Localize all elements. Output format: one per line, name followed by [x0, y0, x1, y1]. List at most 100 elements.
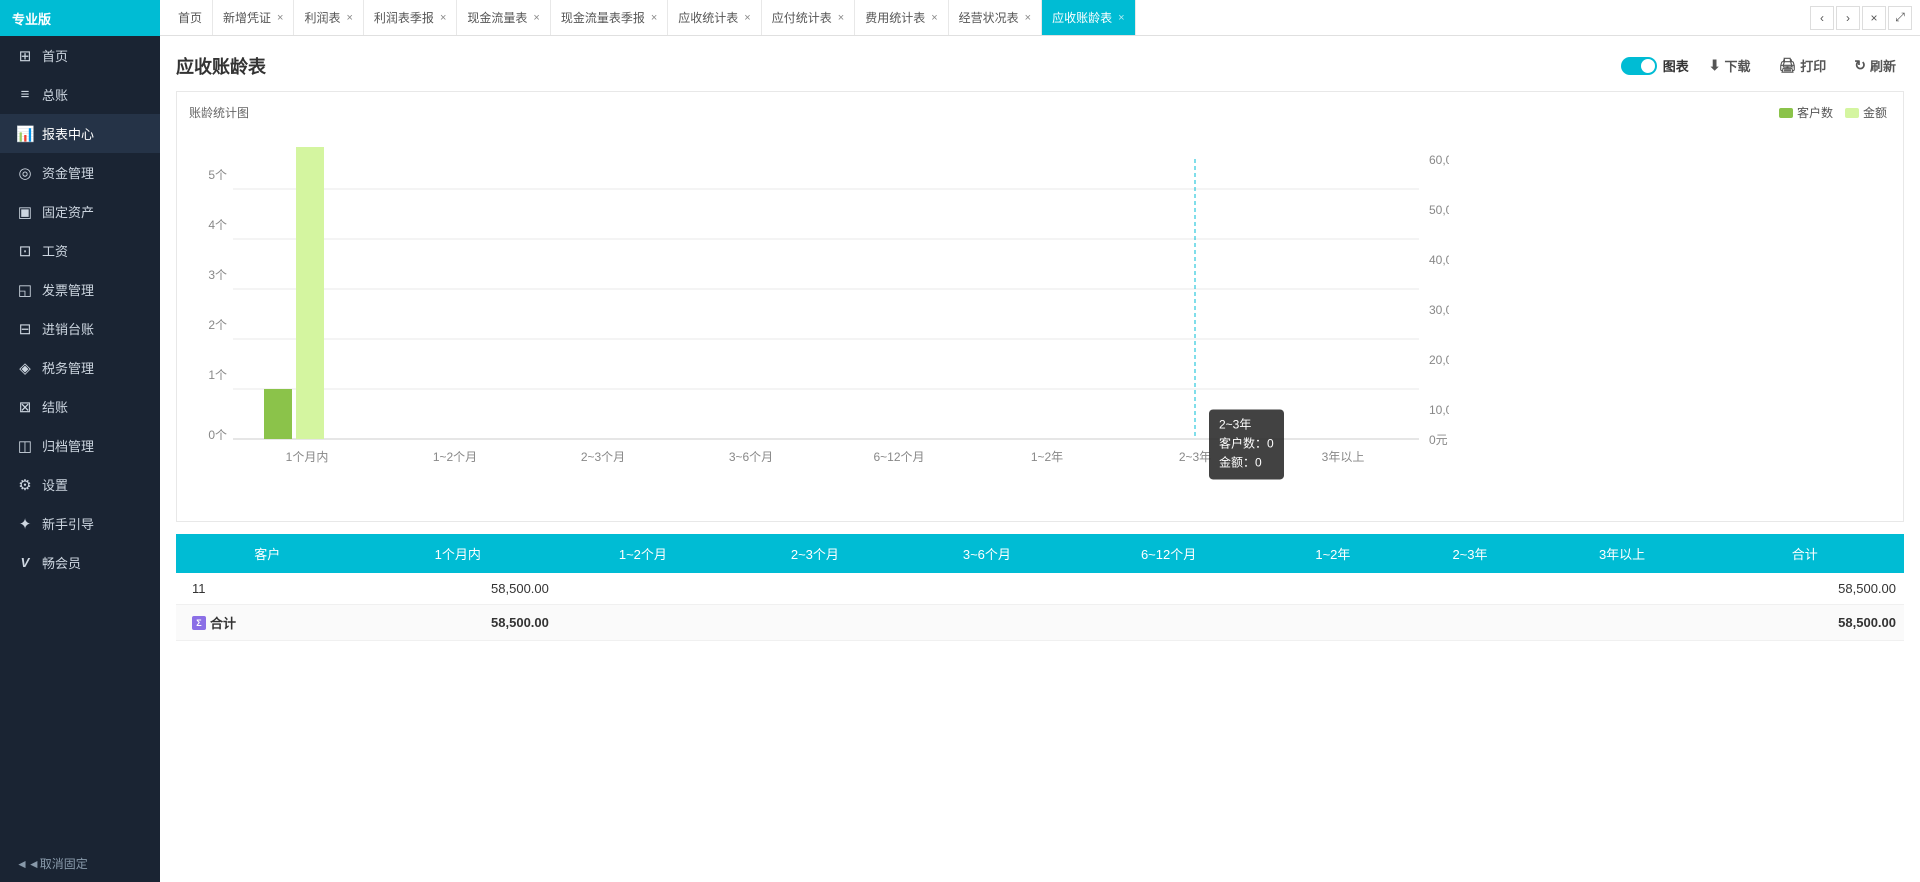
- col-header-y3plus: 3年以上: [1539, 534, 1706, 573]
- col-header-customer: 客户: [176, 534, 359, 573]
- tab-biz-status[interactable]: 经营状况表 ×: [949, 0, 1042, 36]
- cell-m12: [557, 573, 729, 605]
- tab-close-all[interactable]: ×: [1862, 6, 1886, 30]
- svg-text:30,000.00元: 30,000.00元: [1429, 303, 1449, 317]
- download-button[interactable]: ⬇ 下载: [1701, 52, 1759, 79]
- sidebar-item-archive[interactable]: ◫ 归档管理: [0, 426, 160, 465]
- sidebar-item-wages[interactable]: ⊡ 工资: [0, 231, 160, 270]
- tab-cashflow-quarter[interactable]: 现金流量表季报 ×: [551, 0, 668, 36]
- print-button[interactable]: 🖨 打印: [1770, 52, 1834, 79]
- total-label-wrapper: Σ 合计: [192, 613, 351, 632]
- tab-cashflow-quarter-close[interactable]: ×: [651, 12, 657, 24]
- tab-scroll-left[interactable]: ‹: [1810, 6, 1834, 30]
- tab-scroll-right[interactable]: ›: [1836, 6, 1860, 30]
- tab-profit-quarter[interactable]: 利润表季报 ×: [364, 0, 457, 36]
- toggle-track[interactable]: [1621, 57, 1657, 75]
- toggle-thumb: [1641, 59, 1655, 73]
- svg-text:1~2年: 1~2年: [1031, 450, 1063, 464]
- close-accounts-icon: ⊠: [16, 398, 34, 416]
- legend-customers-color: [1779, 108, 1793, 118]
- sidebar-item-label: 进销台账: [42, 319, 94, 338]
- funds-icon: ◎: [16, 164, 34, 182]
- sales-icon: ⊟: [16, 320, 34, 338]
- sidebar-item-assets[interactable]: ▣ 固定资产: [0, 192, 160, 231]
- refresh-label: 刷新: [1870, 56, 1896, 75]
- member-icon: V: [16, 555, 34, 570]
- tab-profit-quarter-label: 利润表季报: [374, 9, 434, 26]
- total-row: Σ 合计 58,500.00 58,500.00: [176, 605, 1904, 641]
- total-y12: [1264, 605, 1401, 641]
- sidebar-item-funds[interactable]: ◎ 资金管理: [0, 153, 160, 192]
- tab-ap-stat-close[interactable]: ×: [838, 12, 844, 24]
- sidebar-item-sales[interactable]: ⊟ 进销台账: [0, 309, 160, 348]
- tab-profit-quarter-close[interactable]: ×: [440, 12, 446, 24]
- tax-icon: ◈: [16, 359, 34, 377]
- sidebar-item-ledger[interactable]: ≡ 总账: [0, 75, 160, 114]
- cell-y23: [1401, 573, 1538, 605]
- tab-bar: 首页 新增凭证 × 利润表 × 利润表季报 × 现金流量表 × 现金流量表季报 …: [160, 0, 1920, 36]
- tab-ap-stat[interactable]: 应付统计表 ×: [762, 0, 855, 36]
- sidebar-item-guide[interactable]: ✦ 新手引导: [0, 504, 160, 543]
- legend-customers-label: 客户数: [1797, 104, 1833, 121]
- tab-fullscreen[interactable]: ⤢: [1888, 6, 1912, 30]
- svg-text:1个: 1个: [208, 368, 227, 382]
- sidebar-item-invoices[interactable]: ◱ 发票管理: [0, 270, 160, 309]
- tab-cashflow-close[interactable]: ×: [533, 12, 539, 24]
- svg-text:60,000.00元: 60,000.00元: [1429, 153, 1449, 167]
- total-text: 合计: [210, 613, 236, 632]
- tab-profit-close[interactable]: ×: [346, 12, 352, 24]
- tab-ar-aging-close[interactable]: ×: [1118, 12, 1124, 24]
- sidebar-pin-toggle[interactable]: ◄◄取消固定: [0, 845, 160, 882]
- page-title-text: 应收账龄表: [176, 53, 266, 79]
- sidebar-item-member[interactable]: V 畅会员: [0, 543, 160, 582]
- archive-icon: ◫: [16, 437, 34, 455]
- guide-icon: ✦: [16, 515, 34, 533]
- tab-profit[interactable]: 利润表 ×: [294, 0, 363, 36]
- sidebar-item-close[interactable]: ⊠ 结账: [0, 387, 160, 426]
- svg-text:3年以上: 3年以上: [1322, 450, 1365, 464]
- tab-ar-stat-label: 应收统计表: [678, 9, 738, 26]
- refresh-button[interactable]: ↻ 刷新: [1846, 52, 1904, 79]
- total-m1: 58,500.00: [359, 605, 557, 641]
- tab-ar-aging[interactable]: 应收账龄表 ×: [1042, 0, 1135, 36]
- svg-text:0元: 0元: [1429, 433, 1448, 447]
- page-actions: 图表 ⬇ 下载 🖨 打印 ↻ 刷新: [1621, 52, 1904, 79]
- gear-icon: ⚙: [16, 476, 34, 494]
- tab-cashflow-quarter-label: 现金流量表季报: [561, 9, 645, 26]
- tab-ar-stat[interactable]: 应收统计表 ×: [668, 0, 761, 36]
- tab-expense-stat-close[interactable]: ×: [931, 12, 937, 24]
- col-header-total: 合计: [1706, 534, 1904, 573]
- tab-voucher[interactable]: 新增凭证 ×: [213, 0, 294, 36]
- cell-y3plus: [1539, 573, 1706, 605]
- svg-text:2个: 2个: [208, 318, 227, 332]
- sidebar-item-label: 设置: [42, 475, 68, 494]
- svg-text:2~3个月: 2~3个月: [581, 450, 625, 464]
- cell-total-label: Σ 合计: [176, 605, 359, 641]
- tab-voucher-close[interactable]: ×: [277, 12, 283, 24]
- sidebar-item-label: 报表中心: [42, 124, 94, 143]
- total-m36: [901, 605, 1073, 641]
- sidebar-item-tax[interactable]: ◈ 税务管理: [0, 348, 160, 387]
- sidebar-item-home[interactable]: ⊞ 首页: [0, 36, 160, 75]
- invoices-icon: ◱: [16, 281, 34, 299]
- tab-ar-stat-close[interactable]: ×: [744, 12, 750, 24]
- sidebar-item-reports[interactable]: 📊 报表中心: [0, 114, 160, 153]
- tab-home[interactable]: 首页: [168, 0, 213, 36]
- tab-cashflow[interactable]: 现金流量表 ×: [457, 0, 550, 36]
- chart-toggle[interactable]: 图表: [1621, 56, 1689, 75]
- sidebar-item-settings[interactable]: ⚙ 设置: [0, 465, 160, 504]
- col-header-m36: 3~6个月: [901, 534, 1073, 573]
- svg-text:3~6个月: 3~6个月: [729, 450, 773, 464]
- refresh-icon: ↻: [1854, 57, 1866, 74]
- col-header-m612: 6~12个月: [1073, 534, 1264, 573]
- tab-biz-status-close[interactable]: ×: [1025, 12, 1031, 24]
- col-header-m12: 1~2个月: [557, 534, 729, 573]
- col-header-m1: 1个月内: [359, 534, 557, 573]
- col-header-y12: 1~2年: [1264, 534, 1401, 573]
- tab-expense-stat[interactable]: 费用统计表 ×: [855, 0, 948, 36]
- tab-expense-stat-label: 费用统计表: [865, 9, 925, 26]
- sidebar-item-label: 畅会员: [42, 553, 81, 572]
- chart-svg: 5个 4个 3个 2个 1个 0个 60,000.00元 50,000.00元 …: [189, 129, 1449, 509]
- cell-y12: [1264, 573, 1401, 605]
- print-label: 打印: [1800, 56, 1826, 75]
